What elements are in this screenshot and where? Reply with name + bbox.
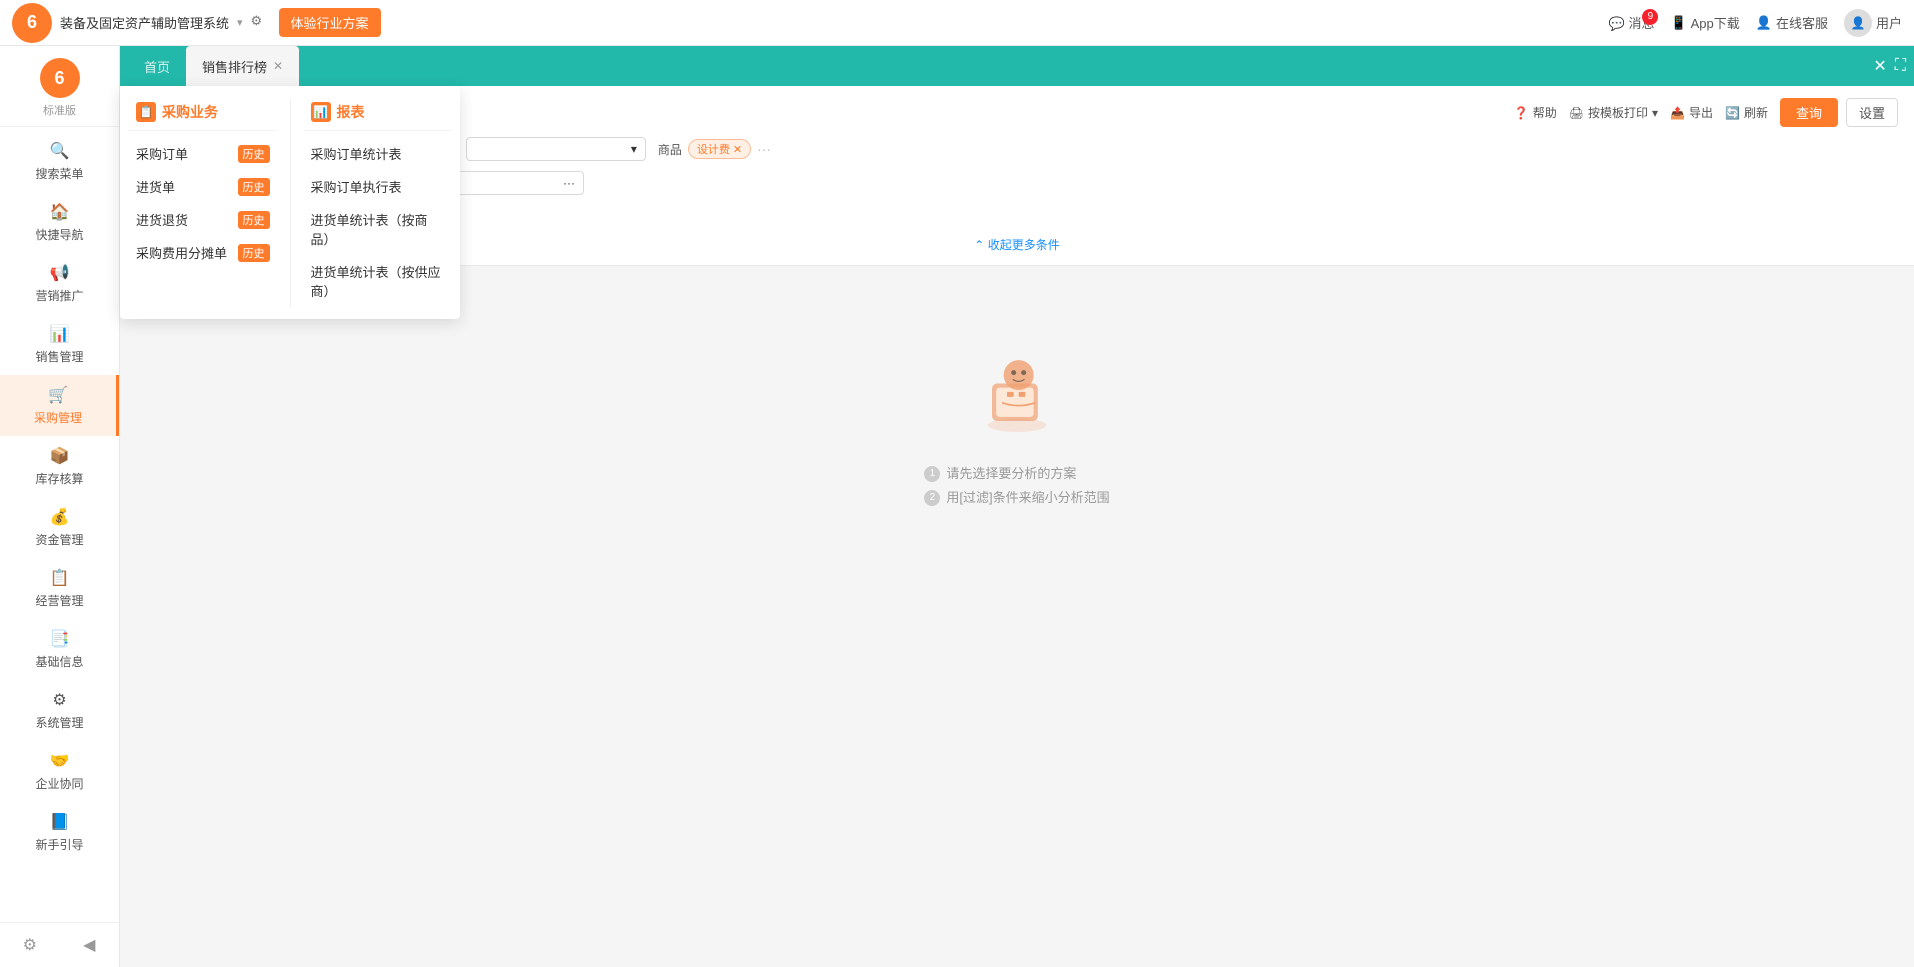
report-title-label: 报表 [337, 102, 365, 122]
dropdown-item-inbound-stat-goods[interactable]: 进货单统计表（按商品） [303, 203, 453, 255]
dropdown-col-business: 📋 采购业务 采购订单 历史 进货单 历史 进货退货 历史 采购费用分摊单 历史 [120, 98, 286, 307]
inbound-stat-goods-label: 进货单统计表（按商品） [311, 210, 445, 248]
return-label: 进货退货 [136, 210, 188, 229]
dropdown-menu: 📋 采购业务 采购订单 历史 进货单 历史 进货退货 历史 采购费用分摊单 历史… [120, 86, 460, 319]
dropdown-col-report: 📊 报表 采购订单统计表 采购订单执行表 进货单统计表（按商品） 进货单统计表（… [295, 98, 461, 307]
dropdown-item-return[interactable]: 进货退货 历史 [128, 203, 278, 236]
purchase-order-stat-label: 采购订单统计表 [311, 144, 402, 163]
dropdown-item-purchase-order[interactable]: 采购订单 历史 [128, 137, 278, 170]
purchase-order-label: 采购订单 [136, 144, 188, 163]
dropdown-item-inbound-stat-supplier[interactable]: 进货单统计表（按供应商） [303, 255, 453, 307]
col-divider [290, 98, 291, 307]
return-history: 历史 [238, 211, 270, 229]
report-title-icon: 📊 [311, 102, 331, 122]
business-title-label: 采购业务 [162, 102, 218, 122]
purchase-order-exec-label: 采购订单执行表 [311, 177, 402, 196]
inbound-label: 进货单 [136, 177, 175, 196]
dropdown-item-expense[interactable]: 采购费用分摊单 历史 [128, 236, 278, 269]
expense-label: 采购费用分摊单 [136, 243, 227, 262]
inbound-history: 历史 [238, 178, 270, 196]
purchase-order-history: 历史 [238, 145, 270, 163]
business-title-icon: 📋 [136, 102, 156, 122]
dropdown-col-business-title: 📋 采购业务 [128, 98, 278, 131]
dropdown-col-report-title: 📊 报表 [303, 98, 453, 131]
expense-history: 历史 [238, 244, 270, 262]
dropdown-item-purchase-order-stat[interactable]: 采购订单统计表 [303, 137, 453, 170]
dropdown-item-inbound[interactable]: 进货单 历史 [128, 170, 278, 203]
dropdown-item-purchase-order-exec[interactable]: 采购订单执行表 [303, 170, 453, 203]
inbound-stat-supplier-label: 进货单统计表（按供应商） [311, 262, 445, 300]
